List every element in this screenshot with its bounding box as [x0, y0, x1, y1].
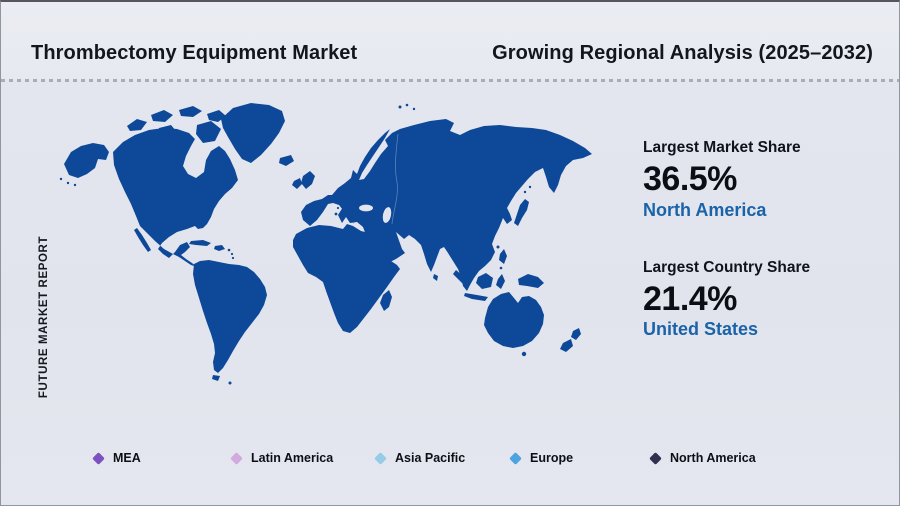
- legend-item-europe: Europe: [509, 449, 573, 467]
- infographic: Thrombectomy Equipment Market Growing Re…: [0, 0, 900, 506]
- legend-label: Asia Pacific: [395, 451, 466, 465]
- stat-value: 21.4%: [643, 279, 737, 318]
- stat-market-share: Largest Market Share 36.5% North America: [643, 139, 893, 221]
- stats-panel: Largest Market Share 36.5% North America…: [643, 139, 893, 340]
- stat-country-share: Largest Country Share 21.4% United State…: [643, 259, 893, 341]
- stat-region: United States: [643, 319, 759, 340]
- legend-item-latin-america: Latin America: [230, 449, 333, 467]
- stat-region: North America: [643, 199, 767, 220]
- legend-label: North America: [670, 451, 756, 465]
- diamond-icon: [509, 452, 522, 464]
- world-map-landmass: [59, 103, 592, 385]
- diamond-icon: [649, 452, 662, 464]
- legend-item-north-america: North America: [649, 449, 756, 467]
- legend-item-asia-pacific: Asia Pacific: [374, 449, 465, 467]
- legend-item-mea: MEA: [92, 449, 141, 467]
- legend-label: MEA: [113, 451, 141, 465]
- legend: MEA Latin America Asia Pacific Europe No…: [1, 449, 899, 469]
- stat-label: Largest Country Share: [643, 258, 811, 276]
- stat-value: 36.5%: [643, 160, 737, 198]
- south-america-shape: [193, 260, 267, 385]
- legend-label: Latin America: [251, 451, 334, 465]
- alaska-shape: [59, 143, 109, 187]
- greenland-shape: [221, 103, 294, 166]
- diamond-icon: [230, 452, 243, 464]
- diamond-icon: [92, 452, 105, 464]
- legend-label: Europe: [530, 451, 574, 465]
- north-america-shape: [113, 106, 238, 267]
- diamond-icon: [374, 452, 387, 464]
- stat-label: Largest Market Share: [643, 139, 801, 156]
